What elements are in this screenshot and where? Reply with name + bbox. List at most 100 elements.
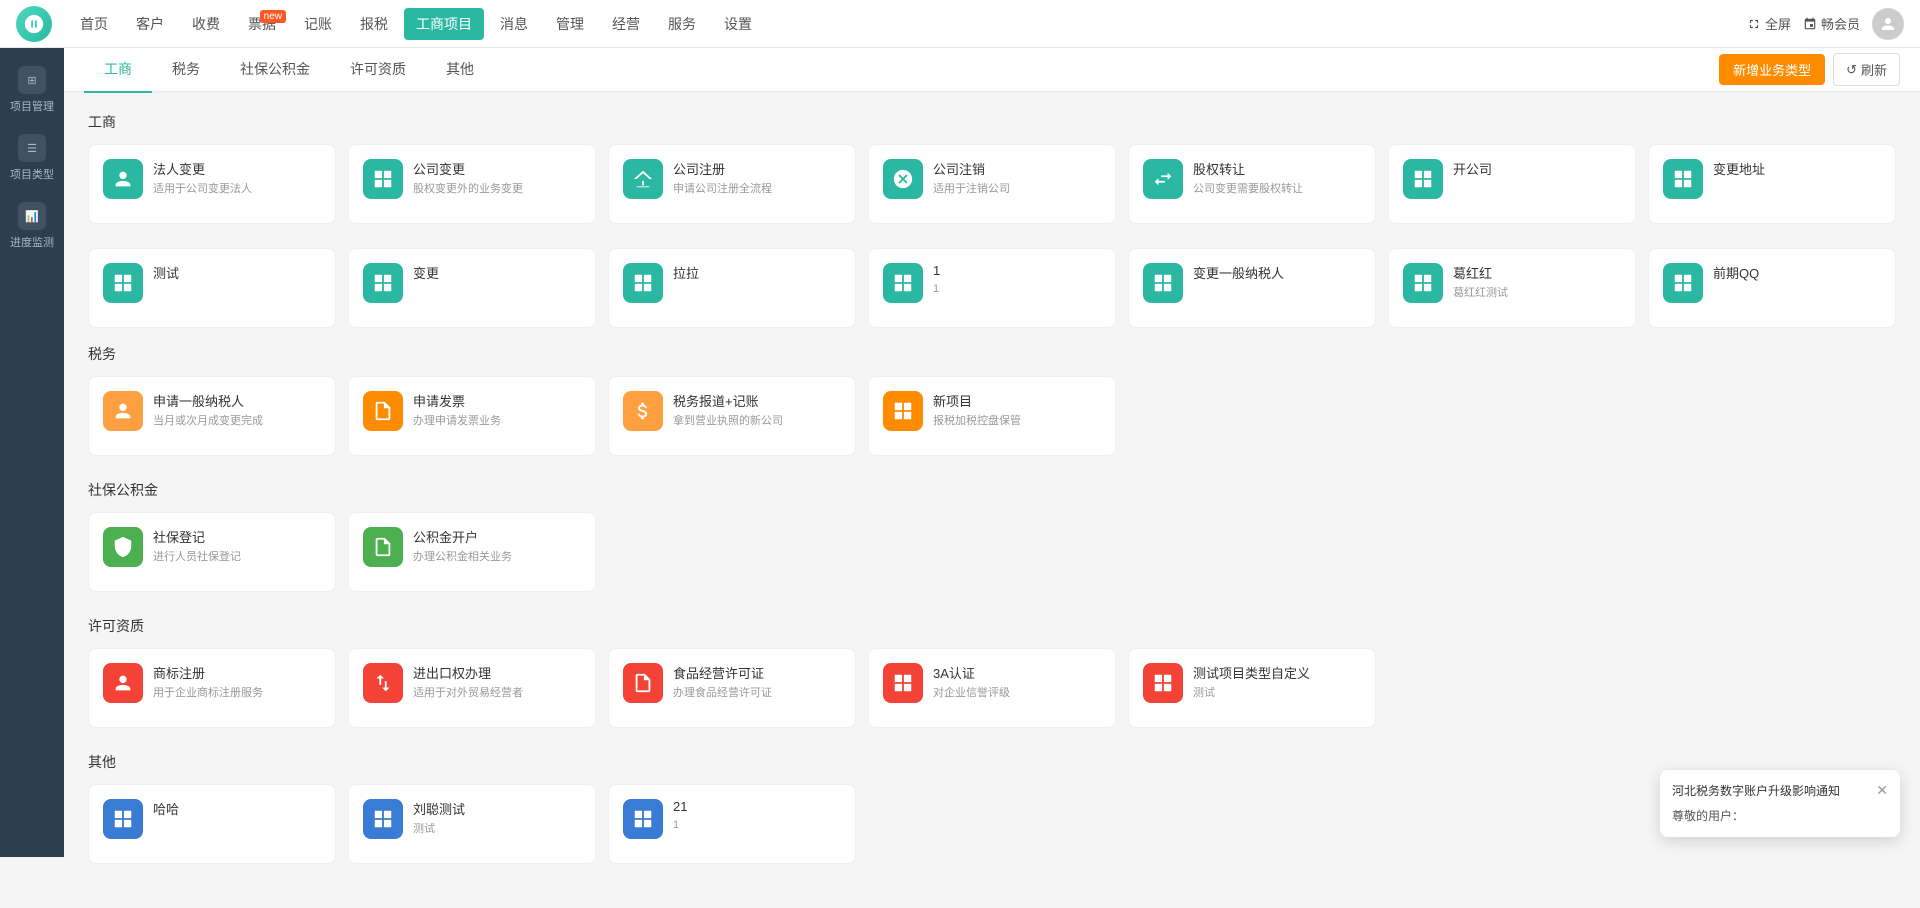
card-icon-变更地址 [1663,159,1703,199]
refresh-button[interactable]: ↺ 刷新 [1833,53,1900,86]
card-info-变更地址: 变更地址 [1713,159,1881,182]
card-开公司[interactable]: 开公司 [1388,144,1636,224]
card-title-变更地址: 变更地址 [1713,159,1881,178]
card-desc-进出口权办理: 适用于对外贸易经营者 [413,686,581,701]
nav-badge-票据: new [260,10,286,23]
card-测试项目类型自定义[interactable]: 测试项目类型自定义 测试 [1128,648,1376,728]
card-title-税务报道+记账: 税务报道+记账 [673,391,841,410]
card-哈哈[interactable]: 哈哈 [88,784,336,864]
card-title-前期QQ: 前期QQ [1713,263,1881,282]
card-info-社保登记: 社保登记 进行人员社保登记 [153,527,321,565]
card-icon-食品经营许可证 [623,663,663,703]
card-3A认证[interactable]: 3A认证 对企业信誉评级 [868,648,1116,728]
nav-item-客户[interactable]: 客户 [124,8,176,40]
card-desc-公司注销: 适用于注销公司 [933,182,1101,197]
card-info-食品经营许可证: 食品经营许可证 办理食品经营许可证 [673,663,841,701]
card-desc-1: 1 [933,282,1101,297]
sidebar-item-项目管理[interactable]: ⊞ 项目管理 [0,56,64,124]
card-新项目[interactable]: 新项目 报税加税控盘保管 [868,376,1116,456]
card-icon-葛红红 [1403,263,1443,303]
nav-item-管理[interactable]: 管理 [544,8,596,40]
gongshang-cards-row2: 测试 变更 拉拉 1 1 [88,248,1896,328]
card-食品经营许可证[interactable]: 食品经营许可证 办理食品经营许可证 [608,648,856,728]
card-公司注销[interactable]: 公司注销 适用于注销公司 [868,144,1116,224]
notification-header: 河北税务数字账户升级影响通知 ✕ [1672,782,1888,799]
card-变更[interactable]: 变更 [348,248,596,328]
nav-item-收费[interactable]: 收费 [180,8,232,40]
fullscreen-btn[interactable]: 全屏 [1747,14,1791,33]
tab-社保公积金[interactable]: 社保公积金 [220,47,330,93]
app-logo[interactable] [16,6,52,42]
sidebar-item-项目类型[interactable]: ☰ 项目类型 [0,124,64,192]
tab-工商[interactable]: 工商 [84,47,152,93]
card-info-开公司: 开公司 [1453,159,1621,182]
card-公积金开户[interactable]: 公积金开户 办理公积金相关业务 [348,512,596,592]
card-icon-1 [883,263,923,303]
card-icon-商标注册 [103,663,143,703]
card-公司注册[interactable]: 公司注册 申请公司注册全流程 [608,144,856,224]
card-icon-申请一般纳税人 [103,391,143,431]
tab-actions: 新增业务类型 ↺ 刷新 [1719,53,1900,86]
card-公司变更[interactable]: 公司变更 股权变更外的业务变更 [348,144,596,224]
card-title-拉拉: 拉拉 [673,263,841,282]
add-type-button[interactable]: 新增业务类型 [1719,54,1825,85]
card-申请发票[interactable]: 申请发票 办理申请发票业务 [348,376,596,456]
card-title-变更一般纳税人: 变更一般纳税人 [1193,263,1361,282]
card-股权转让[interactable]: 股权转让 公司变更需要股权转让 [1128,144,1376,224]
tab-许可资质[interactable]: 许可资质 [330,47,426,93]
card-社保登记[interactable]: 社保登记 进行人员社保登记 [88,512,336,592]
nav-item-设置[interactable]: 设置 [712,8,764,40]
notification-close[interactable]: ✕ [1876,782,1888,799]
card-title-社保登记: 社保登记 [153,527,321,546]
nav-items: 首页客户收费票据new记账报税工商项目消息管理经营服务设置 [68,8,1747,40]
nav-item-票据[interactable]: 票据new [236,8,288,40]
card-icon-公司注销 [883,159,923,199]
card-title-公积金开户: 公积金开户 [413,527,581,546]
nav-item-首页[interactable]: 首页 [68,8,120,40]
card-info-拉拉: 拉拉 [673,263,841,286]
card-进出口权办理[interactable]: 进出口权办理 适用于对外贸易经营者 [348,648,596,728]
card-title-哈哈: 哈哈 [153,799,321,818]
card-icon-拉拉 [623,263,663,303]
card-测试[interactable]: 测试 [88,248,336,328]
tab-其他[interactable]: 其他 [426,47,494,93]
nav-item-服务[interactable]: 服务 [656,8,708,40]
nav-item-经营[interactable]: 经营 [600,8,652,40]
card-拉拉[interactable]: 拉拉 [608,248,856,328]
card-title-1: 1 [933,263,1101,278]
user-avatar[interactable] [1872,8,1904,40]
nav-item-消息[interactable]: 消息 [488,8,540,40]
card-title-新项目: 新项目 [933,391,1101,410]
other-cards: 哈哈 刘聪测试 测试 21 1 [88,784,1896,864]
nav-item-工商项目[interactable]: 工商项目 [404,8,484,40]
card-税务报道+记账[interactable]: 税务报道+记账 拿到营业执照的新公司 [608,376,856,456]
card-变更一般纳税人[interactable]: 变更一般纳税人 [1128,248,1376,328]
card-刘聪测试[interactable]: 刘聪测试 测试 [348,784,596,864]
card-1[interactable]: 1 1 [868,248,1116,328]
card-葛红红[interactable]: 葛红红 葛红红测试 [1388,248,1636,328]
card-法人变更[interactable]: 法人变更 适用于公司变更法人 [88,144,336,224]
card-icon-公司变更 [363,159,403,199]
card-icon-股权转让 [1143,159,1183,199]
member-btn[interactable]: 畅会员 [1803,14,1860,33]
card-icon-变更 [363,263,403,303]
card-申请一般纳税人[interactable]: 申请一般纳税人 当月或次月成变更完成 [88,376,336,456]
card-前期QQ[interactable]: 前期QQ [1648,248,1896,328]
sidebar-item-进度监测[interactable]: 📊 进度监测 [0,192,64,260]
tab-bar: 工商税务社保公积金许可资质其他 新增业务类型 ↺ 刷新 [64,48,1920,92]
card-info-变更: 变更 [413,263,581,286]
card-info-进出口权办理: 进出口权办理 适用于对外贸易经营者 [413,663,581,701]
card-商标注册[interactable]: 商标注册 用于企业商标注册服务 [88,648,336,728]
nav-item-报税[interactable]: 报税 [348,8,400,40]
card-info-公司变更: 公司变更 股权变更外的业务变更 [413,159,581,197]
card-desc-测试项目类型自定义: 测试 [1193,686,1361,701]
shebao-cards: 社保登记 进行人员社保登记 公积金开户 办理公积金相关业务 [88,512,1896,592]
card-21[interactable]: 21 1 [608,784,856,864]
card-info-3A认证: 3A认证 对企业信誉评级 [933,663,1101,701]
card-title-申请一般纳税人: 申请一般纳税人 [153,391,321,410]
card-变更地址[interactable]: 变更地址 [1648,144,1896,224]
tab-税务[interactable]: 税务 [152,47,220,93]
nav-item-记账[interactable]: 记账 [292,8,344,40]
card-title-股权转让: 股权转让 [1193,159,1361,178]
other-title: 其他 [88,752,1896,772]
